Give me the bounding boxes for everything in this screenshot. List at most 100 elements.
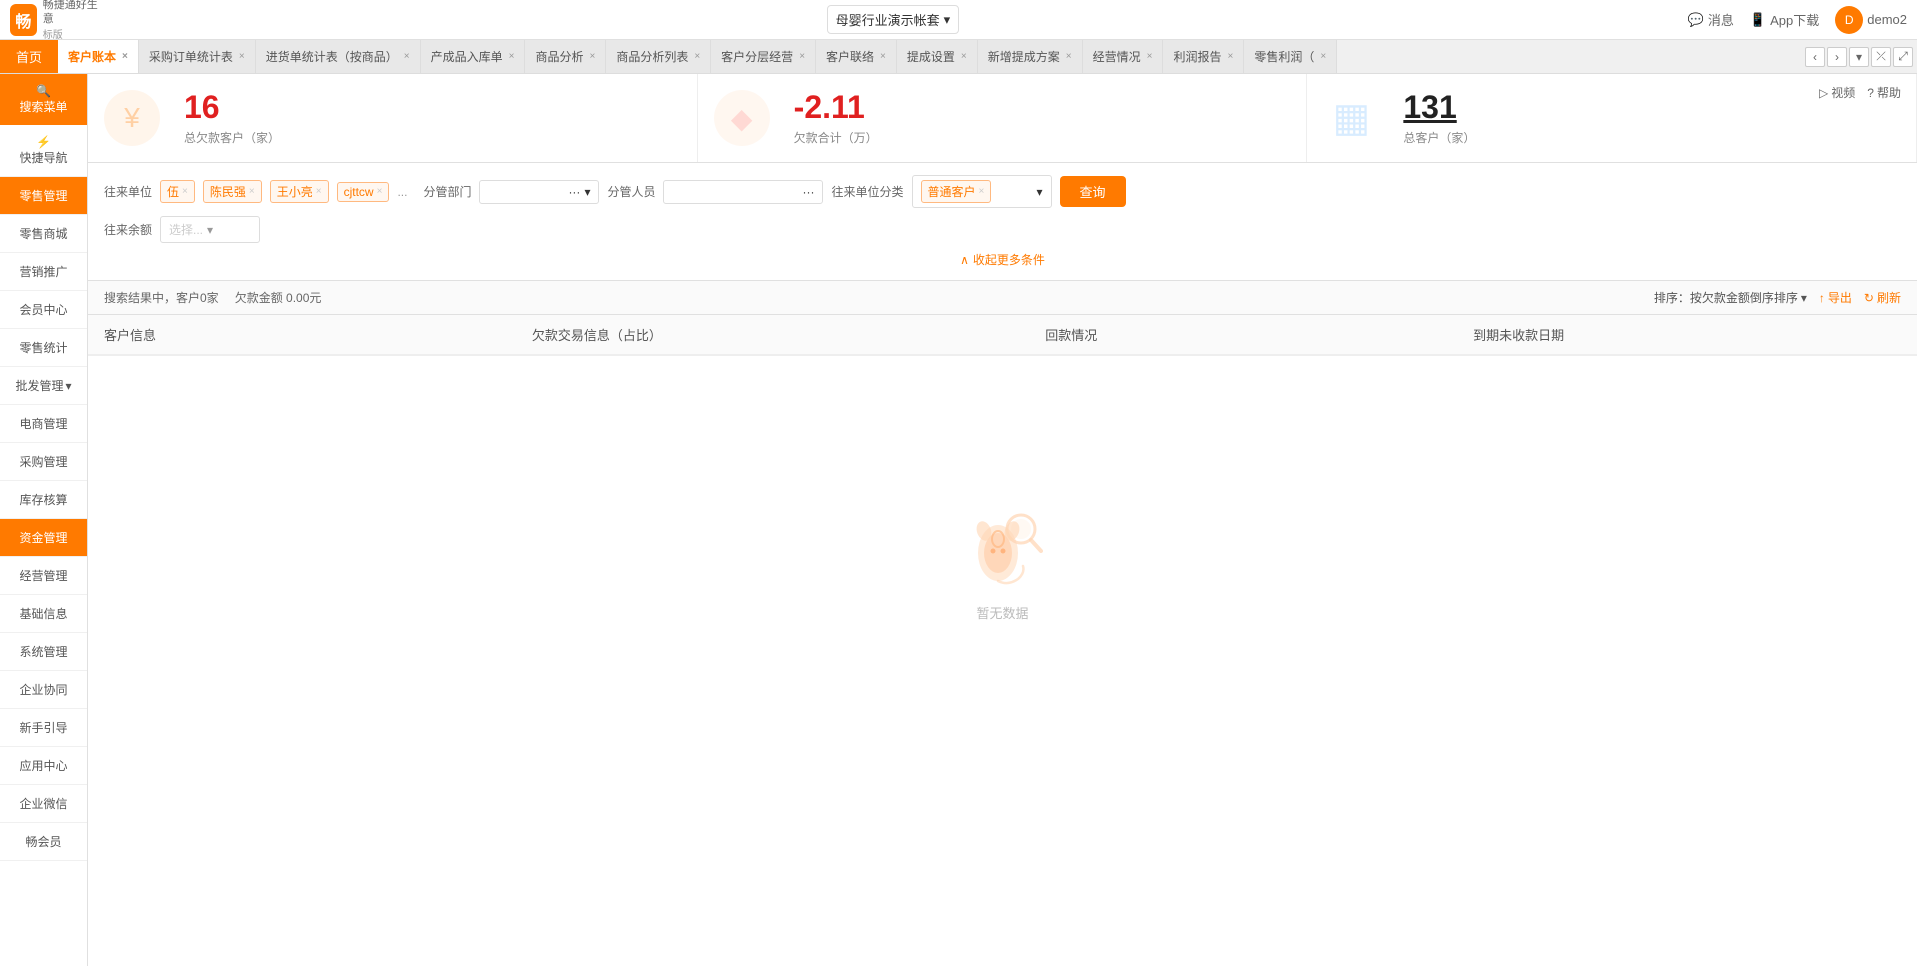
sidebar-item-basic-info[interactable]: 基础信息 bbox=[0, 595, 87, 633]
branch-dept-select[interactable]: ··· ▾ bbox=[479, 180, 599, 204]
tab-close-icon[interactable]: × bbox=[799, 51, 805, 62]
tab-home[interactable]: 首页 bbox=[0, 40, 58, 73]
tab-purchase-order[interactable]: 采购订单统计表 × bbox=[139, 40, 256, 73]
table-container: 客户信息 欠款交易信息（占比） 回款情况 到期未收款日期 bbox=[88, 315, 1917, 966]
sidebar-item-retail-stats[interactable]: 零售统计 bbox=[0, 329, 87, 367]
tab-business-status[interactable]: 经营情况 × bbox=[1083, 40, 1164, 73]
sidebar-item-member2[interactable]: 畅会员 bbox=[0, 823, 87, 861]
filter-tag-wang[interactable]: 王小亮 × bbox=[270, 180, 329, 203]
tab-close-icon[interactable]: × bbox=[122, 51, 128, 62]
tab-retail-profit[interactable]: 零售利润（ × bbox=[1244, 40, 1337, 73]
tab-label: 经营情况 bbox=[1093, 48, 1141, 65]
sidebar-item-operations[interactable]: 经营管理 bbox=[0, 557, 87, 595]
sidebar-item-wechat[interactable]: 企业微信 bbox=[0, 785, 87, 823]
balance-filter-label: 往来余额 bbox=[104, 221, 152, 238]
chevron-down-icon: ▾ bbox=[944, 12, 951, 28]
sidebar-quick-nav[interactable]: ⚡ 快捷导航 bbox=[0, 125, 87, 177]
tab-customer-contact[interactable]: 客户联络 × bbox=[816, 40, 897, 73]
app-download-btn[interactable]: 📱 App下载 bbox=[1750, 10, 1819, 29]
export-icon: ↑ bbox=[1819, 291, 1825, 305]
balance-input[interactable]: 选择... ▾ bbox=[160, 216, 260, 243]
tab-close-icon[interactable]: × bbox=[880, 51, 886, 62]
help-btn[interactable]: ? 帮助 bbox=[1867, 84, 1901, 101]
user-profile-btn[interactable]: D demo2 bbox=[1835, 6, 1907, 34]
export-btn[interactable]: ↑ 导出 bbox=[1819, 289, 1852, 306]
message-btn[interactable]: 💬 消息 bbox=[1688, 10, 1734, 29]
tab-close-icon[interactable]: × bbox=[404, 51, 410, 62]
sidebar-item-marketing[interactable]: 营销推广 bbox=[0, 253, 87, 291]
tab-customer-layer[interactable]: 客户分层经营 × bbox=[711, 40, 816, 73]
col-overdue-info: 欠款交易信息（占比） bbox=[532, 325, 1045, 344]
sidebar-search[interactable]: 🔍 搜索菜单 bbox=[0, 74, 87, 125]
branch-person-select[interactable]: ··· bbox=[663, 180, 823, 204]
tab-close-icon[interactable]: × bbox=[1066, 51, 1072, 62]
unit-class-select[interactable]: 普通客户 × ▾ bbox=[912, 175, 1052, 208]
tag-close-icon[interactable]: × bbox=[316, 186, 322, 197]
sidebar-item-inventory[interactable]: 库存核算 bbox=[0, 481, 87, 519]
tab-close-icon[interactable]: × bbox=[1147, 51, 1153, 62]
video-help-btn[interactable]: ▷ 视频 bbox=[1819, 84, 1855, 101]
sidebar-item-finance[interactable]: 资金管理 bbox=[0, 519, 87, 557]
tab-add-commission[interactable]: 新增提成方案 × bbox=[978, 40, 1083, 73]
query-button[interactable]: 查询 bbox=[1060, 176, 1126, 207]
sidebar-item-label: 批发管理 bbox=[15, 377, 63, 394]
search-result-actions: 排序：按欠款金额倒序排序 ▾ ↑ 导出 ↻ 刷新 bbox=[1654, 289, 1901, 306]
dots-icon2: ··· bbox=[802, 185, 814, 199]
tag-close-icon[interactable]: × bbox=[182, 186, 188, 197]
tab-close-icon[interactable]: × bbox=[694, 51, 700, 62]
tab-customer-ledger[interactable]: 客户账本 × bbox=[58, 40, 139, 73]
filter-tag-cjttcw[interactable]: cjttcw × bbox=[337, 182, 390, 202]
sidebar-item-purchase[interactable]: 采购管理 bbox=[0, 443, 87, 481]
help-icon: ? bbox=[1867, 86, 1874, 100]
sidebar-item-collab[interactable]: 企业协同 bbox=[0, 671, 87, 709]
tab-close-icon[interactable]: × bbox=[509, 51, 515, 62]
tab-commission-setting[interactable]: 提成设置 × bbox=[897, 40, 978, 73]
collapse-icon: ∧ bbox=[960, 253, 969, 267]
tab-close-icon[interactable]: × bbox=[1227, 51, 1233, 62]
tab-goods-analysis[interactable]: 商品分析 × bbox=[525, 40, 606, 73]
stat-overdue-amount: ◆ -2.11 欠款合计（万） bbox=[698, 74, 1308, 162]
tag-close-icon[interactable]: × bbox=[377, 186, 383, 197]
collapse-filter-btn[interactable]: ∧ 收起更多条件 bbox=[104, 251, 1901, 268]
sidebar-item-member[interactable]: 会员中心 bbox=[0, 291, 87, 329]
filter-tag-wu[interactable]: 伍 × bbox=[160, 180, 195, 203]
sidebar-item-label: 系统管理 bbox=[4, 643, 83, 660]
tag-text: 陈民强 bbox=[210, 183, 246, 200]
collapse-label: 收起更多条件 bbox=[973, 251, 1045, 268]
sidebar-item-system[interactable]: 系统管理 bbox=[0, 633, 87, 671]
col-overdue-date: 到期未收款日期 bbox=[1473, 325, 1901, 344]
filter-tag-chen[interactable]: 陈民强 × bbox=[203, 180, 262, 203]
sidebar-item-label: 电商管理 bbox=[4, 415, 83, 432]
tab-menu-btn[interactable]: ▾ bbox=[1849, 47, 1869, 67]
unit-class-close-icon[interactable]: × bbox=[979, 186, 985, 197]
tag-close-icon[interactable]: × bbox=[249, 186, 255, 197]
sidebar-item-ecommerce[interactable]: 电商管理 bbox=[0, 405, 87, 443]
sidebar-item-guide[interactable]: 新手引导 bbox=[0, 709, 87, 747]
refresh-icon: ↻ bbox=[1864, 291, 1874, 305]
tab-expand-btn[interactable]: ⤢ bbox=[1893, 47, 1913, 67]
tab-close-icon[interactable]: × bbox=[239, 51, 245, 62]
refresh-btn[interactable]: ↻ 刷新 bbox=[1864, 289, 1901, 306]
sidebar-item-app-center[interactable]: 应用中心 bbox=[0, 747, 87, 785]
unit-class-tag[interactable]: 普通客户 × bbox=[921, 180, 992, 203]
tab-close-icon[interactable]: × bbox=[1320, 51, 1326, 62]
tab-product-in[interactable]: 产成品入库单 × bbox=[421, 40, 526, 73]
tab-purchase-stat[interactable]: 进货单统计表（按商品） × bbox=[256, 40, 421, 73]
enterprise-selector[interactable]: 母婴行业演示帐套 ▾ bbox=[827, 5, 960, 34]
sidebar-item-retail-mall[interactable]: 零售商城 bbox=[0, 215, 87, 253]
tab-close-all-btn[interactable]: ⤫ bbox=[1871, 47, 1891, 67]
tab-close-icon[interactable]: × bbox=[589, 51, 595, 62]
tab-profit-report[interactable]: 利润报告 × bbox=[1163, 40, 1244, 73]
sort-select[interactable]: 排序：按欠款金额倒序排序 ▾ bbox=[1654, 289, 1807, 306]
tab-prev-btn[interactable]: ‹ bbox=[1805, 47, 1825, 67]
top-header: 畅 畅捷通好生意 标版 母婴行业演示帐套 ▾ 💬 消息 📱 App下载 D de… bbox=[0, 0, 1917, 40]
sidebar-item-wholesale[interactable]: 批发管理 ▾ bbox=[0, 367, 87, 405]
sidebar-item-label: 经营管理 bbox=[4, 567, 83, 584]
sidebar-item-label: 新手引导 bbox=[4, 719, 83, 736]
filter-more-tags[interactable]: ... bbox=[397, 185, 407, 199]
sidebar-item-retail-mgmt[interactable]: 零售管理 bbox=[0, 177, 87, 215]
tab-goods-analysis-list[interactable]: 商品分析列表 × bbox=[606, 40, 711, 73]
tab-next-btn[interactable]: › bbox=[1827, 47, 1847, 67]
tab-close-icon[interactable]: × bbox=[961, 51, 967, 62]
username-label: demo2 bbox=[1867, 12, 1907, 27]
